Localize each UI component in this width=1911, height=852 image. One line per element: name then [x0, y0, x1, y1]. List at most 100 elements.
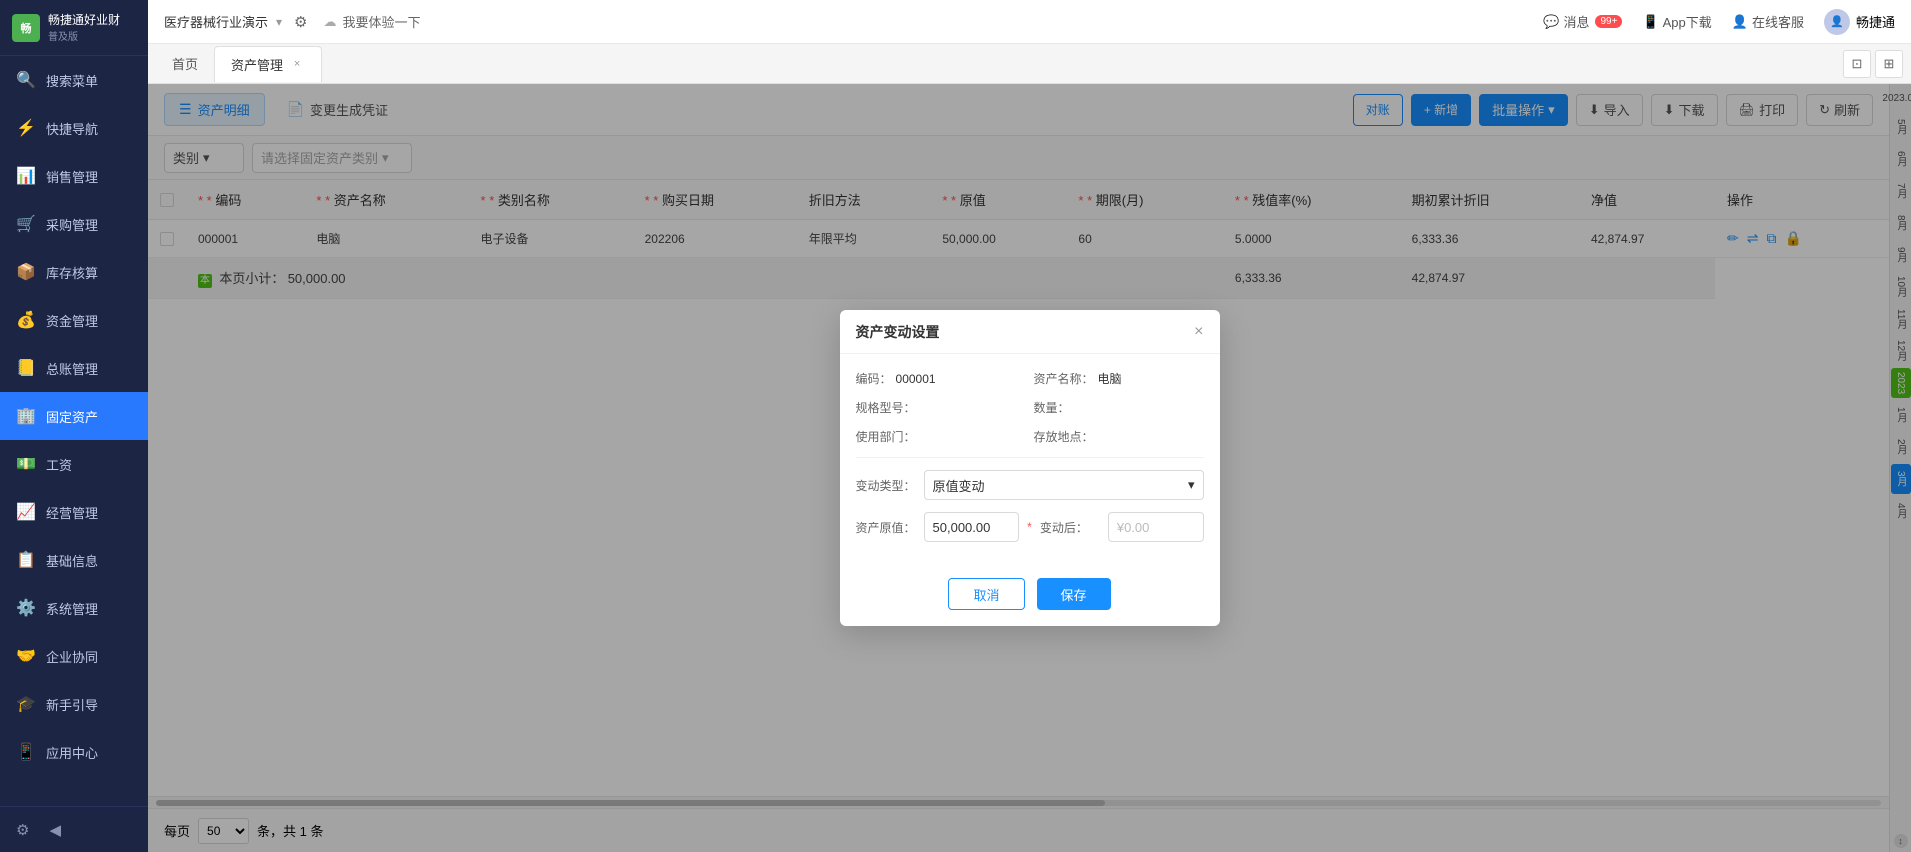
sidebar-item-purchase[interactable]: 🛒 采购管理 [0, 200, 148, 248]
original-value-input: 50,000.00 [924, 512, 1020, 542]
tab-asset-label: 资产管理 [231, 55, 283, 74]
code-label: 编码： [856, 370, 892, 387]
change-type-label: 变动类型： [856, 477, 916, 494]
fixed-assets-icon: 🏢 [16, 406, 36, 426]
quantity-label: 数量： [1034, 399, 1070, 416]
business-icon: 📈 [16, 502, 36, 522]
dialog-row-1: 编码： 000001 资产名称： 电脑 [856, 370, 1204, 387]
dept-label: 使用部门： [856, 428, 916, 445]
system-icon: ⚙️ [16, 598, 36, 618]
sidebar-item-app-center[interactable]: 📱 应用中心 [0, 728, 148, 776]
field-dept: 使用部门： [856, 428, 1026, 445]
username-label: 畅捷通 [1856, 12, 1895, 31]
after-required-mark: * [1027, 520, 1032, 534]
app-name-arrow: ▾ [276, 15, 282, 29]
field-quantity: 数量： [1034, 399, 1204, 416]
sidebar-item-fixed-assets[interactable]: 🏢 固定资产 [0, 392, 148, 440]
online-service-btn[interactable]: 👤 在线客服 [1732, 12, 1804, 31]
original-value-display: 50,000.00 [933, 520, 991, 535]
sidebar-item-payroll[interactable]: 💵 工资 [0, 440, 148, 488]
message-icon: 💬 [1543, 14, 1559, 30]
change-type-select[interactable]: 原值变动 ▾ [924, 470, 1204, 500]
original-value-label: 资产原值： [856, 519, 916, 536]
capital-icon: 💰 [16, 310, 36, 330]
field-spec: 规格型号： [856, 399, 1026, 416]
dialog-title: 资产变动设置 [856, 322, 1195, 342]
app-download-label: App下载 [1663, 12, 1712, 31]
change-type-arrow-icon: ▾ [1188, 477, 1195, 493]
app-download-btn[interactable]: 📱 App下载 [1642, 12, 1711, 31]
dialog-header: 资产变动设置 × [840, 310, 1220, 354]
sidebar-item-guide[interactable]: 🎓 新手引导 [0, 680, 148, 728]
sidebar-logo: 畅 畅捷通好业财 普及版 [0, 0, 148, 56]
user-area[interactable]: 👤 畅捷通 [1824, 9, 1895, 35]
ledger-icon: 📒 [16, 358, 36, 378]
experience-label: 我要体验一下 [343, 12, 421, 31]
main-area: 医疗器械行业演示 ▾ ⚙ ☁ 我要体验一下 💬 消息 99+ 📱 App下载 👤… [148, 0, 1911, 852]
cancel-button[interactable]: 取消 [948, 578, 1024, 610]
sidebar-item-ledger[interactable]: 📒 总账管理 [0, 344, 148, 392]
form-row-change-type: 变动类型： 原值变动 ▾ [856, 470, 1204, 500]
tab-home[interactable]: 首页 [156, 46, 214, 82]
after-label: 变动后： [1040, 519, 1100, 536]
asset-name-label: 资产名称： [1034, 370, 1094, 387]
purchase-icon: 🛒 [16, 214, 36, 234]
message-btn[interactable]: 💬 消息 99+ [1543, 12, 1622, 31]
sidebar-item-basic-info[interactable]: 📋 基础信息 [0, 536, 148, 584]
sidebar: 畅 畅捷通好业财 普及版 🔍 搜索菜单 ⚡ 快捷导航 📊 销售管理 🛒 采购管理… [0, 0, 148, 852]
field-location: 存放地点： [1034, 428, 1204, 445]
sidebar-item-quick-nav[interactable]: ⚡ 快捷导航 [0, 104, 148, 152]
app-name: 医疗器械行业演示 [164, 12, 268, 31]
dialog: 资产变动设置 × 编码： 000001 资产名称： 电脑 [840, 310, 1220, 626]
change-type-value: 原值变动 [933, 476, 985, 495]
field-asset-name: 资产名称： 电脑 [1034, 370, 1204, 387]
modal-overlay: 资产变动设置 × 编码： 000001 资产名称： 电脑 [148, 84, 1911, 852]
save-button[interactable]: 保存 [1037, 578, 1111, 610]
search-icon: 🔍 [16, 70, 36, 90]
sidebar-footer: ⚙ ◀ [0, 806, 148, 852]
sidebar-item-inventory[interactable]: 📦 库存核算 [0, 248, 148, 296]
dialog-row-3: 使用部门： 存放地点： [856, 428, 1204, 445]
sidebar-item-business[interactable]: 📈 经营管理 [0, 488, 148, 536]
collapse-icon[interactable]: ◀ [49, 821, 61, 839]
dialog-footer: 取消 保存 [840, 570, 1220, 626]
sidebar-item-capital[interactable]: 💰 资金管理 [0, 296, 148, 344]
tab-maximize-btn[interactable]: ⊞ [1875, 50, 1903, 78]
sidebar-nav: 🔍 搜索菜单 ⚡ 快捷导航 📊 销售管理 🛒 采购管理 📦 库存核算 💰 资金管… [0, 56, 148, 806]
field-code: 编码： 000001 [856, 370, 1026, 387]
message-label: 消息 [1563, 12, 1589, 31]
content-area: ☰ 资产明细 📄 变更生成凭证 对账 + 新增 批量操作 ▾ ⬇ [148, 84, 1911, 852]
enterprise-icon: 🤝 [16, 646, 36, 666]
experience-area: ☁ 我要体验一下 [324, 12, 421, 31]
logo-text: 畅捷通好业财 普及版 [48, 12, 120, 44]
code-value: 000001 [896, 372, 936, 386]
after-value-input[interactable]: ¥0.00 [1108, 512, 1204, 542]
dialog-close-btn[interactable]: × [1194, 323, 1203, 341]
tab-close-icon[interactable]: × [289, 56, 305, 72]
experience-icon: ☁ [324, 14, 337, 30]
sales-icon: 📊 [16, 166, 36, 186]
topbar: 医疗器械行业演示 ▾ ⚙ ☁ 我要体验一下 💬 消息 99+ 📱 App下载 👤… [148, 0, 1911, 44]
sidebar-item-enterprise[interactable]: 🤝 企业协同 [0, 632, 148, 680]
form-row-original-value: 资产原值： 50,000.00 * 变动后： ¥0.00 [856, 512, 1204, 542]
app-download-icon: 📱 [1642, 14, 1658, 30]
quick-nav-icon: ⚡ [16, 118, 36, 138]
tab-asset-management[interactable]: 资产管理 × [214, 46, 322, 82]
online-service-label: 在线客服 [1752, 12, 1804, 31]
topbar-right: 💬 消息 99+ 📱 App下载 👤 在线客服 👤 畅捷通 [1543, 9, 1895, 35]
dialog-row-2: 规格型号： 数量： [856, 399, 1204, 416]
message-badge: 99+ [1595, 15, 1622, 28]
settings-footer-icon[interactable]: ⚙ [16, 821, 29, 839]
tab-restore-btn[interactable]: ⊡ [1843, 50, 1871, 78]
sidebar-item-search[interactable]: 🔍 搜索菜单 [0, 56, 148, 104]
inventory-icon: 📦 [16, 262, 36, 282]
avatar: 👤 [1824, 9, 1850, 35]
sidebar-item-system[interactable]: ⚙️ 系统管理 [0, 584, 148, 632]
sidebar-item-sales[interactable]: 📊 销售管理 [0, 152, 148, 200]
dialog-divider [856, 457, 1204, 458]
location-label: 存放地点： [1034, 428, 1094, 445]
settings-icon[interactable]: ⚙ [294, 13, 307, 31]
app-center-icon: 📱 [16, 742, 36, 762]
service-icon: 👤 [1732, 14, 1748, 30]
logo-icon: 畅 [12, 14, 40, 42]
